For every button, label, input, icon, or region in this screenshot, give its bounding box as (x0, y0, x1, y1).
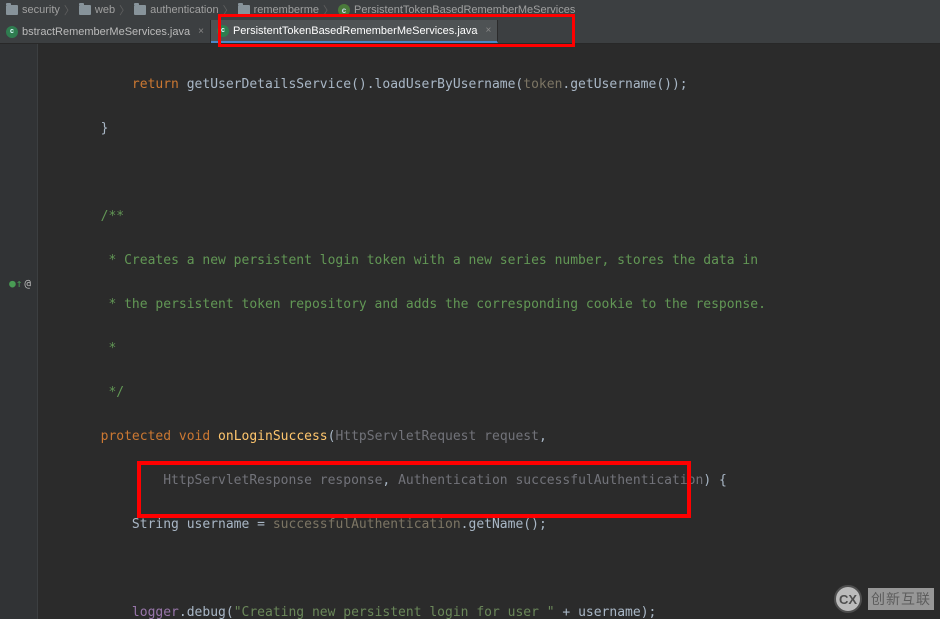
implements-icon: ●↑ (9, 277, 22, 290)
chevron-right-icon: 〉 (64, 2, 75, 18)
chevron-right-icon: 〉 (119, 2, 130, 18)
code-area[interactable]: return getUserDetailsService().loadUserB… (38, 44, 940, 619)
folder-icon (238, 5, 250, 15)
watermark-text: 创新互联 (868, 588, 934, 610)
java-class-icon: c (6, 26, 18, 38)
folder-icon (134, 5, 146, 15)
chevron-right-icon: 〉 (223, 2, 234, 18)
close-icon[interactable]: × (486, 25, 492, 36)
tab-label: bstractRememberMeServices.java (22, 26, 190, 38)
folder-icon (79, 5, 91, 15)
java-class-icon: c (217, 25, 229, 37)
chevron-right-icon: 〉 (323, 2, 334, 18)
breadcrumb-item[interactable]: web (77, 4, 117, 16)
watermark-logo-icon: CX (834, 585, 862, 613)
editor-gutter: ●↑@ (0, 44, 38, 619)
gutter-icon-implements[interactable]: ●↑@ (0, 272, 37, 294)
tab-label: PersistentTokenBasedRememberMeServices.j… (233, 25, 478, 37)
breadcrumb-item[interactable]: security (4, 4, 62, 16)
editor-tab-active[interactable]: c PersistentTokenBasedRememberMeServices… (211, 20, 498, 43)
class-icon: c (338, 4, 350, 16)
editor-tab-inactive[interactable]: c bstractRememberMeServices.java × (0, 20, 211, 43)
folder-icon (6, 5, 18, 15)
breadcrumb-item[interactable]: rememberme (236, 4, 321, 16)
breadcrumb: security 〉 web 〉 authentication 〉 rememb… (0, 0, 940, 20)
breadcrumb-item[interactable]: cPersistentTokenBasedRememberMeServices (336, 4, 577, 16)
watermark: CX 创新互联 (834, 585, 934, 613)
breadcrumb-item[interactable]: authentication (132, 4, 221, 16)
editor-tabs: c bstractRememberMeServices.java × c Per… (0, 20, 940, 44)
code-editor[interactable]: ●↑@ return getUserDetailsService().loadU… (0, 44, 940, 619)
override-at-icon: @ (24, 277, 31, 290)
close-icon[interactable]: × (198, 26, 204, 37)
